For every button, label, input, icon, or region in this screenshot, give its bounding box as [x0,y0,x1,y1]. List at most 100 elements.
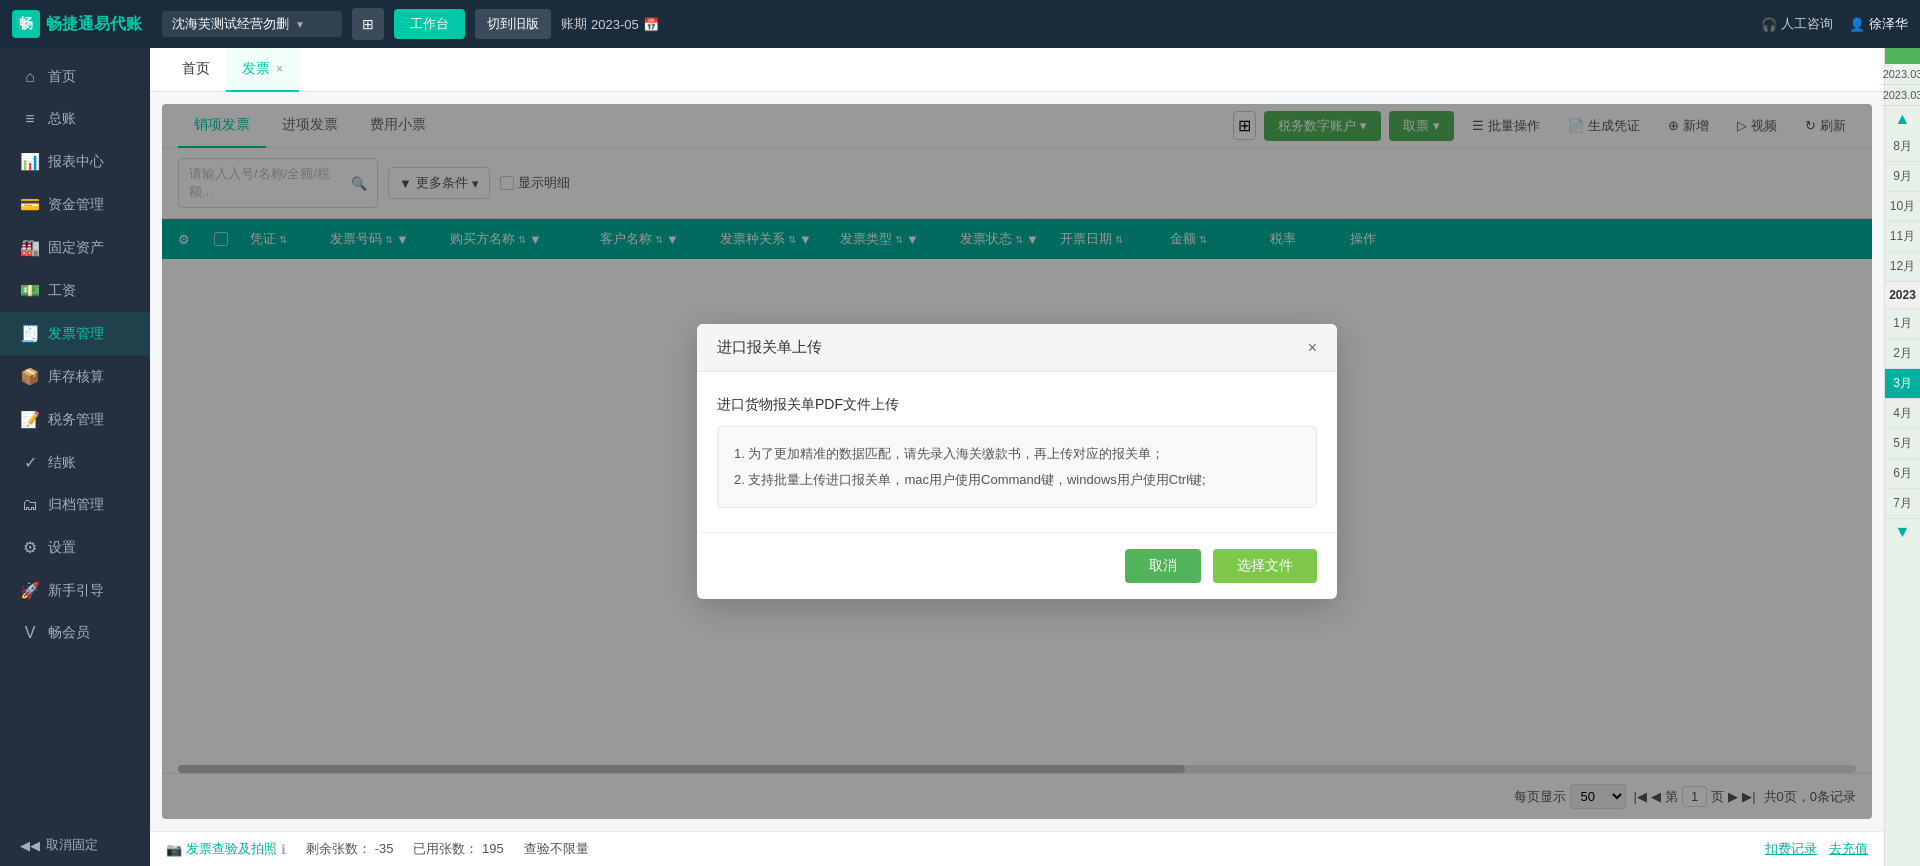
modal-footer: 取消 选择文件 [697,532,1337,599]
sidebar-item-salary[interactable]: 💵 工资 [0,269,150,312]
sidebar-label-tax: 税务管理 [48,411,104,429]
cancel-fixed-label: 取消固定 [46,836,98,854]
month-8[interactable]: 8月 [1885,132,1920,162]
sidebar-label-archive: 归档管理 [48,496,104,514]
modal-info-box: 1. 为了更加精准的数据匹配，请先录入海关缴款书，再上传对应的报关单； 2. 支… [717,426,1317,508]
sidebar-item-assets[interactable]: 🏭 固定资产 [0,226,150,269]
sidebar-label-funds: 资金管理 [48,196,104,214]
period-area: 账期 2023-05 📅 [561,15,659,33]
month-11[interactable]: 11月 [1885,222,1920,252]
modal-select-file-button[interactable]: 选择文件 [1213,549,1317,583]
modal-instruction-1: 1. 为了更加精准的数据匹配，请先录入海关缴款书，再上传对应的报关单； [734,441,1300,467]
collapse-down-icon[interactable]: ▼ [1895,519,1911,545]
pin-icon: ◀◀ [20,838,40,853]
period-2023-03-b[interactable]: 2023.03 [1881,85,1920,106]
bottom-right-links: 扣费记录 去充值 [1765,840,1868,858]
settle-icon: ✓ [20,453,40,472]
tab-invoice[interactable]: 发票 × [226,48,299,92]
sidebar-item-inventory[interactable]: 📦 库存核算 [0,355,150,398]
close-tab-icon[interactable]: × [276,62,283,76]
modal-cancel-button[interactable]: 取消 [1125,549,1201,583]
sidebar-item-member[interactable]: V 畅会员 [0,612,150,654]
cancel-fixed-btn[interactable]: ◀◀ 取消固定 [0,824,150,866]
sidebar-label-settings: 设置 [48,539,76,557]
page-body: 销项发票 进项发票 费用小票 ⊞ 税务数字账户 ▾ [162,104,1872,819]
period-value: 2023-05 [591,17,639,32]
company-selector[interactable]: 沈海芙测试经营勿删 ▼ [162,11,342,37]
query-label: 查验不限量 [524,840,589,858]
content-area: ⌂ 首页 ≡ 总账 📊 报表中心 💳 资金管理 🏭 固定资产 💵 工资 🧾 发票… [0,48,1920,866]
sidebar-label-member: 畅会员 [48,624,90,642]
company-name: 沈海芙测试经营勿删 [172,15,289,33]
bottom-bar: 📷 发票查验及拍照 ℹ 剩余张数： -35 已用张数： 195 查验不限量 扣费… [150,831,1884,866]
sidebar-item-home[interactable]: ⌂ 首页 [0,56,150,98]
support-area[interactable]: 🎧 人工咨询 [1761,15,1833,33]
sidebar-label-assets: 固定资产 [48,239,104,257]
period-2023-03-a[interactable]: 2023.03 [1881,64,1920,85]
month-7[interactable]: 7月 [1885,489,1920,519]
chevron-down-icon: ▼ [295,19,305,30]
sidebar-item-guide[interactable]: 🚀 新手引导 [0,569,150,612]
tab-bar: 首页 发票 × [150,48,1884,92]
modal-section-title: 进口货物报关单PDF文件上传 [717,396,1317,414]
month-3[interactable]: 3月 [1885,369,1920,399]
sidebar-item-settings[interactable]: ⚙ 设置 [0,526,150,569]
sidebar-item-tax[interactable]: 📝 税务管理 [0,398,150,441]
settings-icon: ⚙ [20,538,40,557]
tax-icon: 📝 [20,410,40,429]
main-content: 首页 发票 × 销项发票 进项发票 费用小票 [150,48,1884,866]
month-5[interactable]: 5月 [1885,429,1920,459]
iife-placeholder: IIfe [536,10,558,28]
user-icon: 👤 [1849,17,1865,32]
sidebar-item-reports[interactable]: 📊 报表中心 [0,140,150,183]
reports-icon: 📊 [20,152,40,171]
info-icon[interactable]: ℹ [281,842,286,857]
home-icon: ⌂ [20,68,40,86]
modal-body: 进口货物报关单PDF文件上传 1. 为了更加精准的数据匹配，请先录入海关缴款书，… [697,372,1337,532]
user-area[interactable]: 👤 徐泽华 [1849,15,1908,33]
workspace-button[interactable]: 工作台 [394,9,465,39]
right-panel: 开票日期 2023.03 2023.03 ▲ 8月 9月 10月 11月 12月… [1884,48,1920,866]
modal-header: 进口报关单上传 × [697,324,1337,372]
support-label: 人工咨询 [1781,15,1833,33]
check-label[interactable]: 发票查验及拍照 [186,840,277,858]
invoice-icon: 🧾 [20,324,40,343]
sidebar-label-inventory: 库存核算 [48,368,104,386]
modal-instruction-2: 2. 支持批量上传进口报关单，mac用户使用Command键，windows用户… [734,467,1300,493]
company-icon-btn[interactable]: ⊞ [352,8,384,40]
month-list: 8月 9月 10月 11月 12月 2023 1月 2月 3月 4月 5月 6月… [1885,132,1920,519]
tab-home[interactable]: 首页 [166,48,226,92]
headset-icon: 🎧 [1761,17,1777,32]
funds-icon: 💳 [20,195,40,214]
sidebar-item-archive[interactable]: 🗂 归档管理 [0,484,150,526]
month-6[interactable]: 6月 [1885,459,1920,489]
month-2[interactable]: 2月 [1885,339,1920,369]
salary-icon: 💵 [20,281,40,300]
sidebar-label-salary: 工资 [48,282,76,300]
invoice-check-area: 📷 发票查验及拍照 ℹ [166,840,286,858]
open-date-label[interactable]: 开票日期 [1885,48,1920,64]
year-2023[interactable]: 2023 [1885,282,1920,309]
period-prefix: 账期 [561,15,587,33]
month-12[interactable]: 12月 [1885,252,1920,282]
month-4[interactable]: 4月 [1885,399,1920,429]
sidebar-item-funds[interactable]: 💳 资金管理 [0,183,150,226]
sidebar-item-settle[interactable]: ✓ 结账 [0,441,150,484]
month-10[interactable]: 10月 [1885,192,1920,222]
recharge-link[interactable]: 去充值 [1829,840,1868,858]
calendar-icon[interactable]: 📅 [643,17,659,32]
month-9[interactable]: 9月 [1885,162,1920,192]
check-icon: 📷 [166,842,182,857]
modal-close-button[interactable]: × [1308,339,1317,357]
top-header: 畅 畅捷通易代账 沈海芙测试经营勿删 ▼ ⊞ 工作台 切到旧版 账期 2023-… [0,0,1920,48]
month-1[interactable]: 1月 [1885,309,1920,339]
tab-home-label: 首页 [182,60,210,78]
guide-icon: 🚀 [20,581,40,600]
sidebar-item-invoice[interactable]: 🧾 发票管理 [0,312,150,355]
logo-icon: 畅 [12,10,40,38]
login-record-link[interactable]: 扣费记录 [1765,840,1817,858]
sidebar-item-ledger[interactable]: ≡ 总账 [0,98,150,140]
logo-text: 畅捷通易代账 [46,14,142,35]
archive-icon: 🗂 [20,496,40,514]
expand-up-icon[interactable]: ▲ [1895,106,1911,132]
